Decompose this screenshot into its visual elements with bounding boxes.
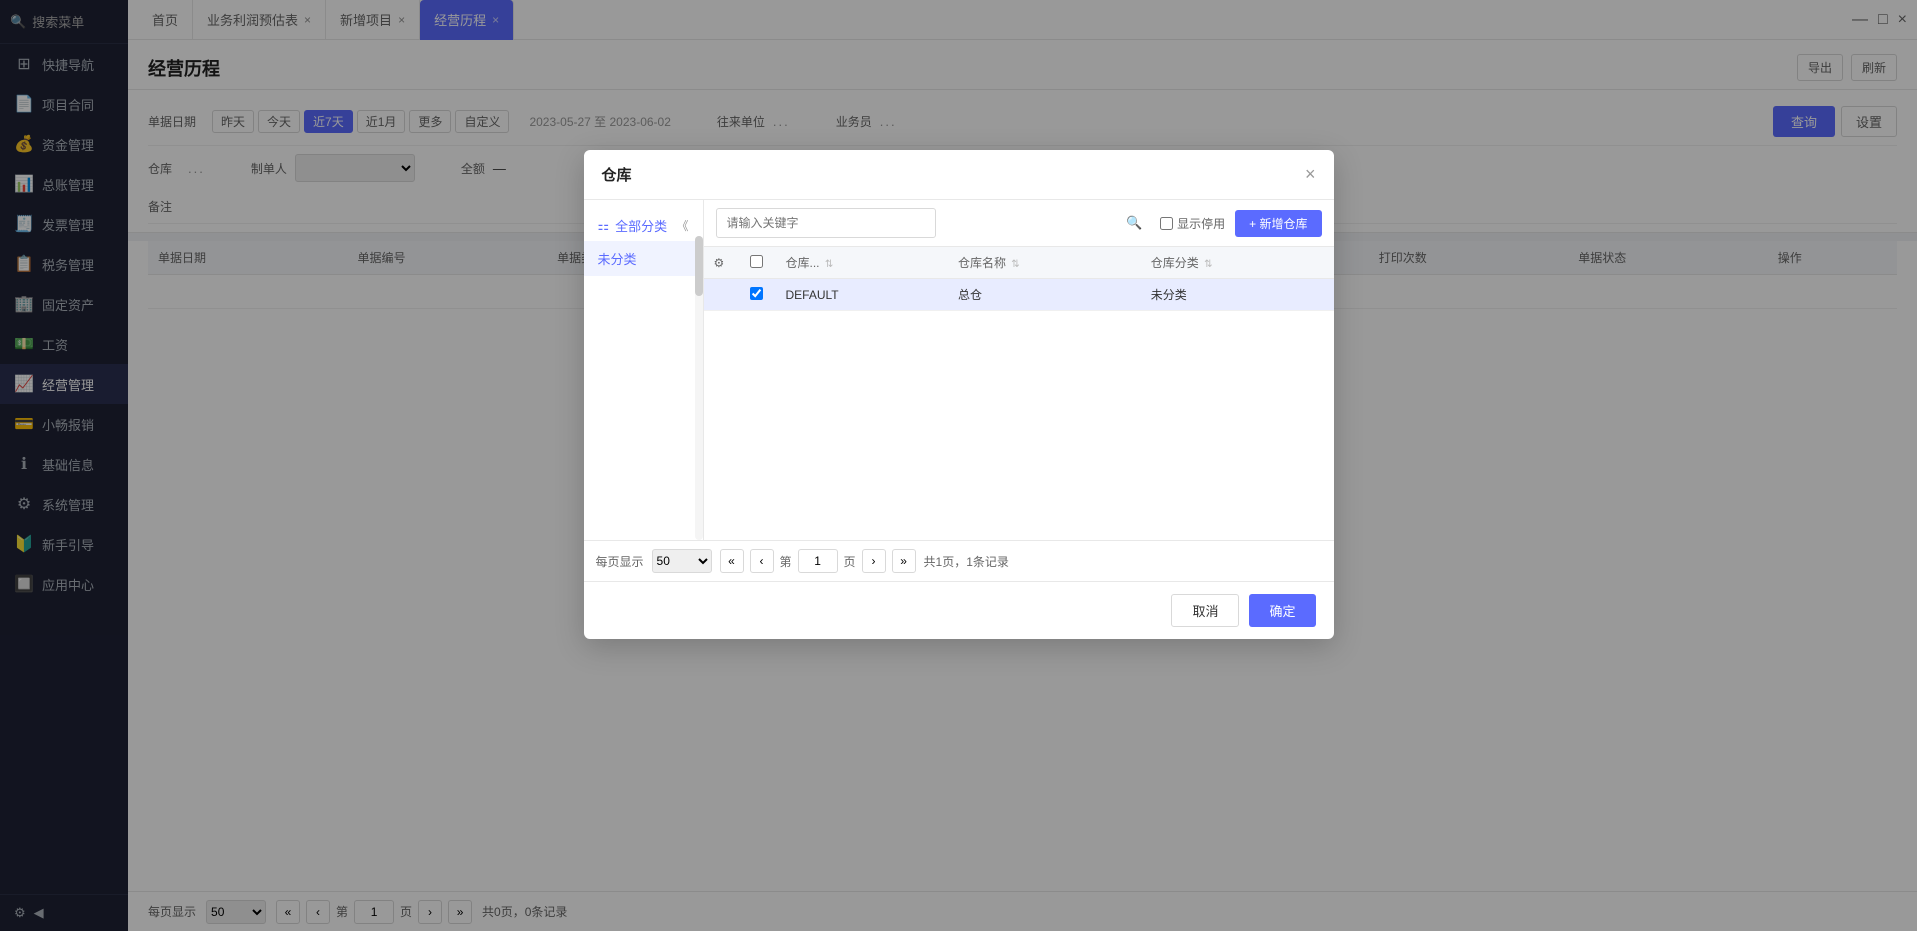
left-scrollbar-track [695,236,703,540]
dialog-header: 仓库 × [584,150,1334,200]
dialog-category-header[interactable]: ⚏ 全部分类 《 [584,210,703,241]
row-settings-cell [704,279,740,311]
dialog-title: 仓库 [602,164,632,185]
dialog-pagination-bar: 每页显示 50 « ‹ 第 页 › » 共1页，1条记录 [584,540,1334,581]
th-warehouse-name-label: 仓库名称 [958,256,1006,270]
all-categories-icon: ⚏ [598,218,610,234]
dialog-page-label: 第 [780,553,792,570]
row-id-cell: DEFAULT [776,279,948,311]
confirm-button[interactable]: 确定 [1249,594,1315,627]
cancel-button[interactable]: 取消 [1171,594,1239,627]
dialog-per-page-label: 每页显示 [596,553,644,570]
show-disabled-checkbox[interactable] [1160,217,1173,230]
warehouse-table: ⚙ 仓库... ⇅ 仓库名称 ⇅ [704,247,1334,311]
th-settings: ⚙ [704,247,740,279]
dialog-table-wrap: ⚙ 仓库... ⇅ 仓库名称 ⇅ [704,247,1334,540]
table-row[interactable]: DEFAULT 总仓 未分类 [704,279,1334,311]
dialog-page-input[interactable] [798,549,838,573]
th-warehouse-code[interactable]: 仓库... ⇅ [776,247,948,279]
dialog-total-label: 共1页，1条记录 [924,553,1009,570]
warehouse-search-input[interactable] [716,208,936,238]
th-warehouse-category-label: 仓库分类 [1151,256,1199,270]
search-wrap: 🔍 [716,208,1151,238]
row-category-cell: 未分类 [1141,279,1334,311]
sort-icon-category: ⇅ [1204,259,1212,270]
category-item-unclassified[interactable]: 未分类 [584,241,703,276]
show-disabled-text: 显示停用 [1177,215,1225,232]
add-warehouse-button[interactable]: + 新增仓库 [1235,210,1321,237]
collapse-panel-btn[interactable]: 《 [676,217,688,234]
category-item-label: 未分类 [598,252,637,267]
th-warehouse-code-label: 仓库... [786,256,820,270]
sort-icon-code: ⇅ [825,259,833,270]
dialog-close-btn[interactable]: × [1305,164,1316,185]
dialog-per-page-select[interactable]: 50 [652,549,712,573]
row-checkbox-cell [740,279,776,311]
show-disabled-label[interactable]: 显示停用 [1160,215,1225,232]
th-checkbox [740,247,776,279]
dialog-prev-page-btn[interactable]: ‹ [750,549,774,573]
search-icon-btn[interactable]: 🔍 [1126,215,1142,231]
th-warehouse-name[interactable]: 仓库名称 ⇅ [948,247,1141,279]
dialog-first-page-btn[interactable]: « [720,549,744,573]
th-warehouse-category[interactable]: 仓库分类 ⇅ [1141,247,1334,279]
dialog-toolbar: 🔍 显示停用 + 新增仓库 [704,200,1334,247]
dialog-right-panel: 🔍 显示停用 + 新增仓库 ⚙ [704,200,1334,540]
row-name-cell: 总仓 [948,279,1141,311]
dialog-left-panel: ⚏ 全部分类 《 未分类 [584,200,704,540]
row-checkbox[interactable] [750,287,763,300]
select-all-checkbox[interactable] [750,255,763,268]
dialog-action-buttons: 取消 确定 [584,581,1334,639]
warehouse-dialog: 仓库 × ⚏ 全部分类 《 未分类 🔍 [584,150,1334,639]
all-categories-label: 全部分类 [615,216,667,235]
left-scrollbar[interactable] [695,236,703,540]
dialog-next-page-btn[interactable]: › [862,549,886,573]
left-scrollbar-thumb [695,236,703,296]
dialog-body: ⚏ 全部分类 《 未分类 🔍 显示停用 [584,200,1334,540]
settings-col-icon: ⚙ [714,256,725,270]
dialog-last-page-btn[interactable]: » [892,549,916,573]
sort-icon-name: ⇅ [1011,259,1019,270]
dialog-pagination-controls: « ‹ 第 页 › » [720,549,916,573]
dialog-page-unit: 页 [844,553,856,570]
